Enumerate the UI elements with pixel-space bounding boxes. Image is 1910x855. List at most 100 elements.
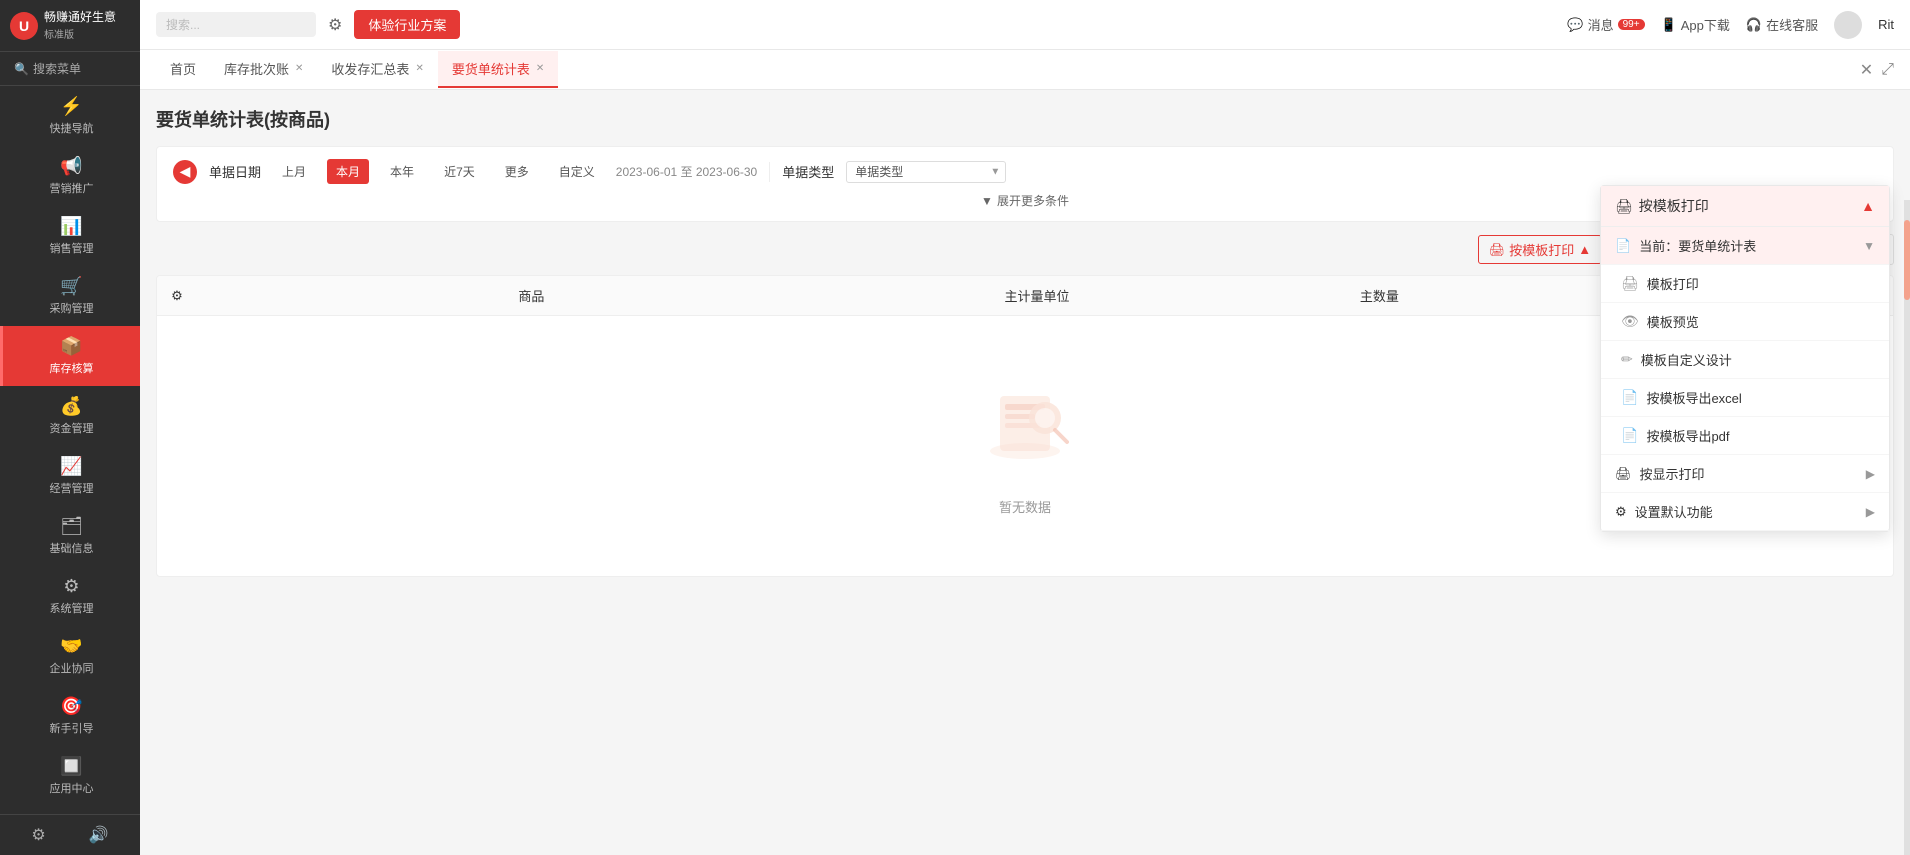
dropdown-item-template-preview[interactable]: 👁 模板预览 [1601, 303, 1889, 341]
trial-button[interactable]: 体验行业方案 [354, 10, 460, 39]
th-checkbox: ⚙ [157, 288, 197, 304]
settings-col-icon[interactable]: ⚙ [171, 288, 183, 303]
order-type-select-wrapper: 单据类型 ▼ [846, 161, 1006, 183]
app-download-label: App下载 [1681, 15, 1730, 34]
top-bar-left: 搜索... ⚙ 体验行业方案 [156, 10, 460, 39]
sidebar-item-label: 经营管理 [50, 480, 94, 496]
messages-btn[interactable]: 💬 消息 99+ [1567, 15, 1644, 34]
template-preview-icon: 👁 [1621, 313, 1639, 330]
tab-inventory-batch-label: 库存批次账 [224, 59, 289, 78]
sidebar-item-label: 营销推广 [50, 180, 94, 196]
filter-collapse-btn[interactable]: ◀ [173, 160, 197, 184]
dropdown-header: 🖨 按模板打印 ▲ [1601, 186, 1889, 227]
app-download-btn[interactable]: 📱 App下载 [1661, 15, 1730, 34]
window-maximize-btn[interactable]: ⤢ [1881, 61, 1894, 79]
inventory-icon: 📦 [60, 336, 82, 357]
dropdown-item-template-print[interactable]: 🖨 模板打印 [1601, 265, 1889, 303]
dropdown-item-template-pdf[interactable]: 📄 按模板导出pdf [1601, 417, 1889, 455]
tab-inventory-batch[interactable]: 库存批次账 ✕ [210, 51, 317, 88]
page-title: 要货单统计表(按商品) [156, 106, 1894, 132]
current-template-arrow: ▼ [1863, 239, 1875, 253]
sidebar-item-operation[interactable]: 📈 经营管理 [0, 446, 140, 506]
user-name: Rit [1878, 17, 1894, 32]
page-scrollbar[interactable] [1904, 200, 1910, 855]
th-unit: 主计量单位 [866, 286, 1208, 305]
sidebar-item-inventory[interactable]: 📦 库存核算 [0, 326, 140, 386]
current-template-icon: 📄 [1615, 238, 1631, 254]
sidebar-item-purchase[interactable]: 🛒 采购管理 [0, 266, 140, 326]
dropdown-current-item[interactable]: 📄 当前：要货单统计表 ▼ [1601, 227, 1889, 265]
search-icon: 🔍 [14, 62, 29, 76]
template-print-icon: 🖨 [1621, 275, 1639, 292]
template-excel-icon: 📄 [1621, 389, 1638, 406]
expand-more-btn[interactable]: ▼ 展开更多条件 [981, 192, 1069, 209]
empty-text: 暂无数据 [999, 497, 1051, 516]
dropdown-item-template-custom[interactable]: ✏ 模板自定义设计 [1601, 341, 1889, 379]
sound-footer-icon[interactable]: 🔊 [89, 825, 109, 845]
main-content: 搜索... ⚙ 体验行业方案 💬 消息 99+ 📱 App下载 🎧 在线客服 R… [140, 0, 1910, 855]
sidebar-item-basic[interactable]: 🗂 基础信息 [0, 506, 140, 566]
gear-icon[interactable]: ⚙ [328, 15, 342, 35]
top-bar-right: 💬 消息 99+ 📱 App下载 🎧 在线客服 Rit [1567, 11, 1894, 39]
logo-text: 畅赚通好生意 [44, 10, 116, 26]
th-product: 商品 [197, 286, 866, 305]
default-func-icon: ⚙ [1615, 504, 1627, 520]
user-avatar[interactable] [1834, 11, 1862, 39]
sidebar-item-label: 新手引导 [50, 720, 94, 736]
sidebar-item-label: 资金管理 [50, 420, 94, 436]
sidebar-item-apps[interactable]: 🔲 应用中心 [0, 746, 140, 806]
marketing-icon: 📢 [60, 156, 82, 177]
tab-inventory-batch-close[interactable]: ✕ [295, 63, 303, 74]
sidebar-item-label: 应用中心 [50, 780, 94, 796]
filter-row: ◀ 单据日期 上月 本月 本年 近7天 更多 自定义 2023-06-01 至 … [173, 159, 1877, 184]
sidebar-item-label: 系统管理 [50, 600, 94, 616]
basic-icon: 🗂 [60, 516, 83, 537]
sidebar-item-finance[interactable]: 💰 资金管理 [0, 386, 140, 446]
tab-receipt-summary[interactable]: 收发存汇总表 ✕ [317, 51, 437, 88]
settings-footer-icon[interactable]: ⚙ [31, 825, 45, 845]
date-btn-7days[interactable]: 近7天 [435, 159, 484, 184]
template-print-btn[interactable]: 🖨 按模板打印 ▲ [1478, 235, 1602, 264]
dropdown-default-func[interactable]: ⚙ 设置默认功能 ▶ [1601, 493, 1889, 531]
order-type-select[interactable]: 单据类型 [846, 161, 1006, 183]
tab-order-stats-close[interactable]: ✕ [536, 63, 544, 74]
date-btn-more[interactable]: 更多 [496, 159, 538, 184]
window-close-btn[interactable]: ✕ [1860, 60, 1873, 80]
tab-receipt-summary-label: 收发存汇总表 [331, 59, 409, 78]
sidebar-item-system[interactable]: ⚙ 系统管理 [0, 566, 140, 626]
sidebar-item-wechat[interactable]: 💬 企业微信 [0, 806, 140, 814]
date-btn-this-month[interactable]: 本月 [327, 159, 369, 184]
sidebar-item-marketing[interactable]: 📢 营销推广 [0, 146, 140, 206]
tab-order-stats[interactable]: 要货单统计表 ✕ [438, 51, 558, 88]
online-service-btn[interactable]: 🎧 在线客服 [1746, 15, 1818, 34]
collab-icon: 🤝 [60, 636, 82, 657]
dropdown-item-template-excel[interactable]: 📄 按模板导出excel [1601, 379, 1889, 417]
sidebar-item-collab[interactable]: 🤝 企业协同 [0, 626, 140, 686]
sidebar-item-label: 基础信息 [50, 540, 94, 556]
logo-badge: 标准版 [44, 26, 116, 41]
topbar-search[interactable]: 搜索... [156, 12, 316, 37]
sidebar-item-guide[interactable]: 🎯 新手引导 [0, 686, 140, 746]
guide-icon: 🎯 [60, 696, 82, 717]
template-pdf-icon: 📄 [1621, 427, 1638, 444]
sidebar-item-quick-nav[interactable]: ⚡ 快捷导航 [0, 86, 140, 146]
messages-badge: 99+ [1618, 19, 1645, 30]
online-service-icon: 🎧 [1746, 17, 1762, 33]
tab-home[interactable]: 首页 [156, 51, 210, 88]
date-btn-this-year[interactable]: 本年 [381, 159, 423, 184]
sidebar-search[interactable]: 🔍 搜索菜单 [0, 52, 140, 86]
filter-date-label: 单据日期 [209, 162, 261, 181]
date-btn-last-month[interactable]: 上月 [273, 159, 315, 184]
system-icon: ⚙ [63, 576, 79, 597]
dropdown-title: 按模板打印 [1639, 196, 1709, 216]
dropdown-close-btn[interactable]: ▲ [1861, 198, 1875, 214]
template-print-item-label: 模板打印 [1647, 274, 1699, 293]
page-content: 要货单统计表(按商品) ◀ 单据日期 上月 本月 本年 近7天 更多 自定义 2… [140, 90, 1910, 855]
tab-receipt-summary-close[interactable]: ✕ [415, 63, 423, 74]
messages-label: 消息 [1588, 15, 1614, 34]
template-custom-item-label: 模板自定义设计 [1641, 350, 1732, 369]
sidebar-item-sales[interactable]: 📊 销售管理 [0, 206, 140, 266]
date-btn-custom[interactable]: 自定义 [550, 159, 604, 184]
dropdown-display-print[interactable]: 🖨 按显示打印 ▶ [1601, 455, 1889, 493]
template-preview-item-label: 模板预览 [1647, 312, 1699, 331]
